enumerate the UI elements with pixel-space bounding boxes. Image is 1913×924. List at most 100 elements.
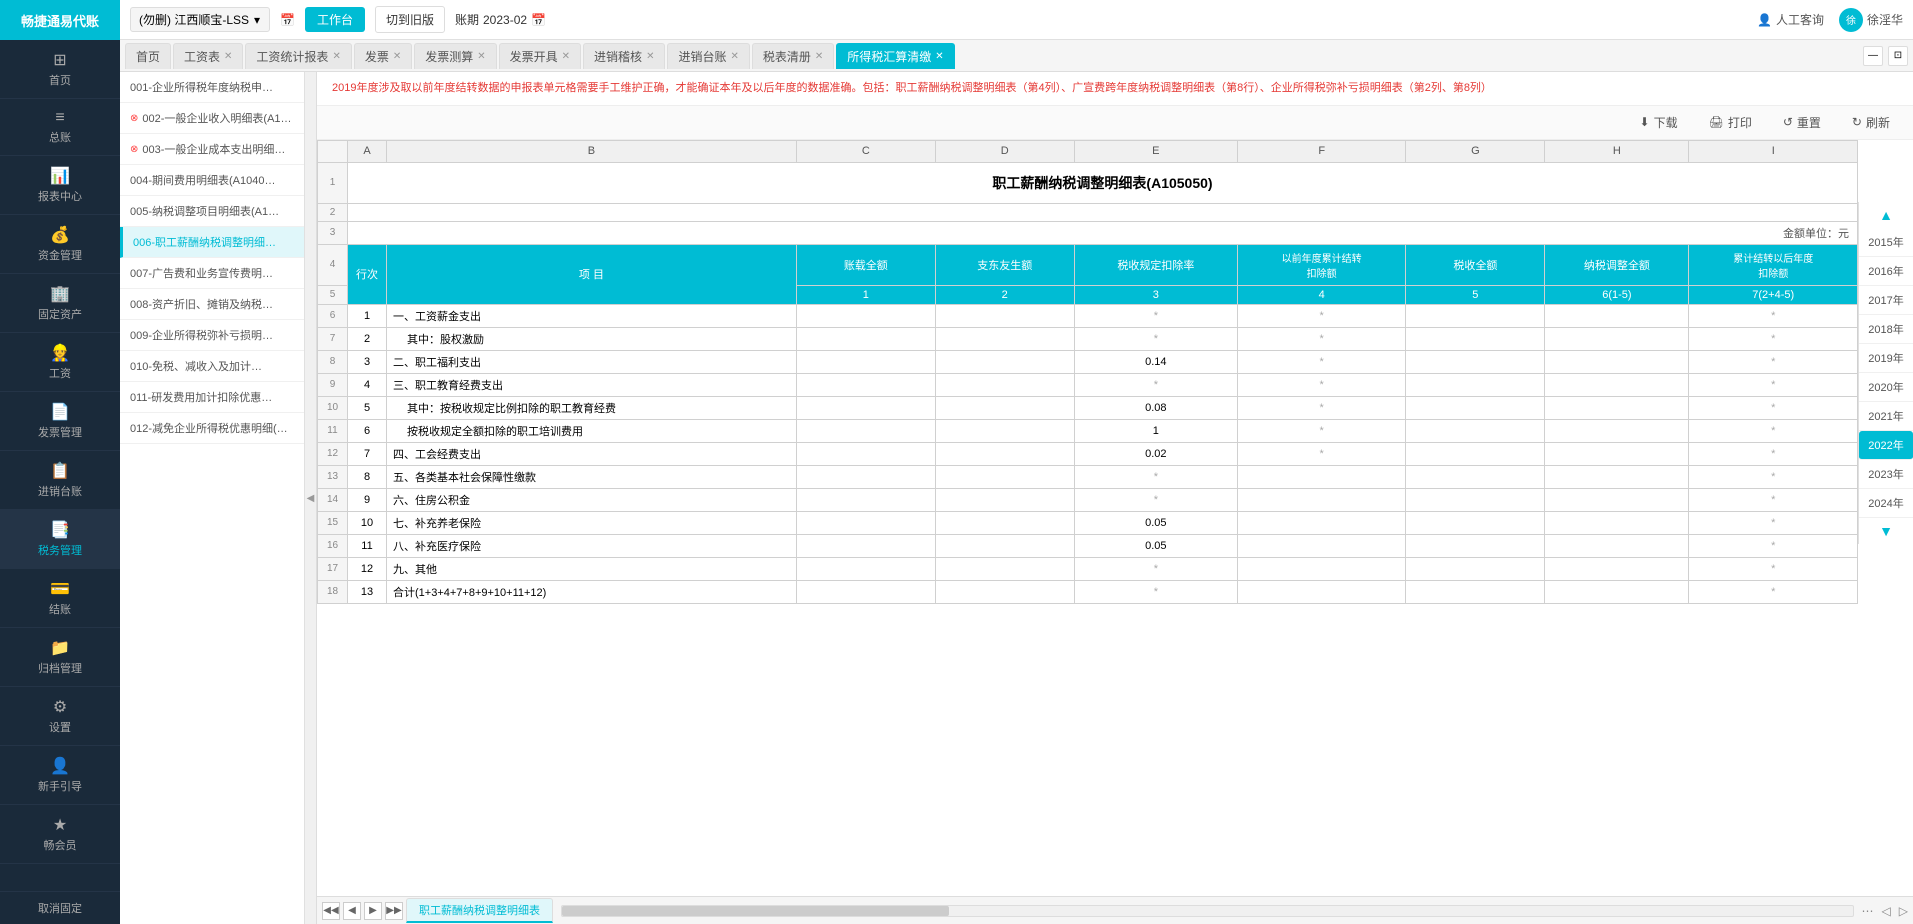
cell-9-i[interactable]: * [1689, 373, 1858, 396]
sidebar-item-assets[interactable]: 🏢 固定资产 [0, 274, 120, 333]
cell-17-f[interactable] [1237, 557, 1405, 580]
sidebar-item-sales[interactable]: 📋 进销台账 [0, 451, 120, 510]
cell-13-c[interactable] [796, 465, 935, 488]
sidebar-item-guide[interactable]: 👤 新手引导 [0, 746, 120, 805]
cell-15-d[interactable] [935, 511, 1074, 534]
cell-12-g[interactable] [1406, 442, 1545, 465]
cell-7-i[interactable]: * [1689, 327, 1858, 350]
tab-payroll-report-close[interactable]: ✕ [332, 51, 340, 62]
cell-11-d[interactable] [935, 419, 1074, 442]
cell-17-c[interactable] [796, 557, 935, 580]
cell-14-e[interactable]: * [1074, 488, 1237, 511]
cell-6-e[interactable]: * [1074, 304, 1237, 327]
nav-right-icon[interactable]: ▷ [1899, 904, 1908, 918]
sidebar-item-home[interactable]: ⊞ 首页 [0, 40, 120, 99]
download-button[interactable]: ⬇ 下载 [1632, 111, 1686, 134]
tab-minimize-button[interactable]: — [1863, 46, 1883, 66]
bottom-scrollbar[interactable] [561, 905, 1854, 917]
form-001[interactable]: 001-企业所得税年度纳税申… [120, 72, 304, 103]
tab-home[interactable]: 首页 [125, 43, 171, 69]
cell-10-i[interactable]: * [1689, 396, 1858, 419]
cell-10-e[interactable]: 0.08 [1074, 396, 1237, 419]
year-2023[interactable]: 2023年 [1859, 460, 1913, 489]
scroll-right-btn[interactable]: ▶▶ [385, 902, 403, 920]
cell-16-i[interactable]: * [1689, 534, 1858, 557]
tab-sales-ledger[interactable]: 进销台账 ✕ [667, 43, 749, 69]
cell-14-g[interactable] [1406, 488, 1545, 511]
cell-15-i[interactable]: * [1689, 511, 1858, 534]
cell-8-c[interactable] [796, 350, 935, 373]
cell-12-seq[interactable]: 7 [348, 442, 387, 465]
tab-invoice-issue[interactable]: 发票开具 ✕ [499, 43, 581, 69]
form-006[interactable]: 006-职工薪酬纳税调整明细… [120, 227, 304, 258]
cell-16-seq[interactable]: 11 [348, 534, 387, 557]
tab-invoice-calc-close[interactable]: ✕ [477, 51, 485, 62]
cell-10-c[interactable] [796, 396, 935, 419]
cell-16-c[interactable] [796, 534, 935, 557]
cell-13-e[interactable]: * [1074, 465, 1237, 488]
cell-12-c[interactable] [796, 442, 935, 465]
form-004[interactable]: 004-期间费用明细表(A1040… [120, 165, 304, 196]
form-012[interactable]: 012-减免企业所得税优惠明细(… [120, 413, 304, 444]
cell-17-e[interactable]: * [1074, 557, 1237, 580]
cell-15-c[interactable] [796, 511, 935, 534]
cell-11-e[interactable]: 1 [1074, 419, 1237, 442]
sidebar-item-closing[interactable]: 💳 结账 [0, 569, 120, 628]
year-2017[interactable]: 2017年 [1859, 286, 1913, 315]
cell-10-label[interactable]: 其中：按税收规定比例扣除的职工教育经费 [387, 396, 797, 419]
tab-invoice[interactable]: 发票 ✕ [354, 43, 412, 69]
cell-13-d[interactable] [935, 465, 1074, 488]
cell-7-label[interactable]: 其中：股权激励 [387, 327, 797, 350]
year-2018[interactable]: 2018年 [1859, 315, 1913, 344]
reset-button[interactable]: ↺ 重置 [1775, 111, 1829, 134]
more-icon[interactable]: ⋯ [1862, 904, 1874, 918]
cell-8-g[interactable] [1406, 350, 1545, 373]
cell-11-g[interactable] [1406, 419, 1545, 442]
sidebar-item-settings[interactable]: ⚙ 设置 [0, 687, 120, 746]
year-2022[interactable]: 2022年 [1859, 431, 1913, 460]
cell-15-h[interactable] [1545, 511, 1689, 534]
form-002[interactable]: ⊗ 002-一般企业收入明细表(A1… [120, 103, 304, 134]
cell-9-g[interactable] [1406, 373, 1545, 396]
cell-16-h[interactable] [1545, 534, 1689, 557]
print-button[interactable]: 🖨 打印 [1701, 111, 1760, 134]
cell-17-h[interactable] [1545, 557, 1689, 580]
year-scroll-up[interactable]: ▲ [1859, 202, 1913, 228]
scroll-next-btn[interactable]: ▶ [364, 902, 382, 920]
support-button[interactable]: 👤 人工客询 [1757, 11, 1824, 28]
sidebar-item-ledger[interactable]: ≡ 总账 [0, 99, 120, 156]
cell-14-i[interactable]: * [1689, 488, 1858, 511]
cell-13-label[interactable]: 五、各类基本社会保障性缴款 [387, 465, 797, 488]
cell-12-f[interactable]: * [1237, 442, 1405, 465]
cell-13-h[interactable] [1545, 465, 1689, 488]
tab-payroll-close[interactable]: ✕ [224, 51, 232, 62]
cell-9-seq[interactable]: 4 [348, 373, 387, 396]
cell-12-d[interactable] [935, 442, 1074, 465]
collapse-handle[interactable]: ◀ [305, 72, 317, 924]
cell-9-f[interactable]: * [1237, 373, 1405, 396]
cell-17-label[interactable]: 九、其他 [387, 557, 797, 580]
cell-6-f[interactable]: * [1237, 304, 1405, 327]
cell-15-seq[interactable]: 10 [348, 511, 387, 534]
cell-6-label[interactable]: 一、工资薪金支出 [387, 304, 797, 327]
cell-12-h[interactable] [1545, 442, 1689, 465]
spreadsheet-wrapper[interactable]: A B C D E F G H I [317, 140, 1858, 897]
cell-11-c[interactable] [796, 419, 935, 442]
cell-18-label[interactable]: 合计(1+3+4+7+8+9+10+11+12) [387, 580, 797, 603]
cell-9-e[interactable]: * [1074, 373, 1237, 396]
cell-16-d[interactable] [935, 534, 1074, 557]
workspace-button[interactable]: 工作台 [305, 7, 365, 32]
year-2021[interactable]: 2021年 [1859, 402, 1913, 431]
cell-7-c[interactable] [796, 327, 935, 350]
tab-tax-book-close[interactable]: ✕ [815, 51, 823, 62]
cell-8-h[interactable] [1545, 350, 1689, 373]
tab-sales-audit[interactable]: 进销稽核 ✕ [583, 43, 665, 69]
tab-maximize-button[interactable]: ⊡ [1888, 46, 1908, 66]
year-2015[interactable]: 2015年 [1859, 228, 1913, 257]
company-selector[interactable]: (勿删) 江西顺宝-LSS ▾ [130, 7, 270, 32]
tab-invoice-calc[interactable]: 发票测算 ✕ [414, 43, 496, 69]
cell-12-i[interactable]: * [1689, 442, 1858, 465]
cell-10-h[interactable] [1545, 396, 1689, 419]
sidebar-item-tax[interactable]: 📑 税务管理 [0, 510, 120, 569]
form-011[interactable]: 011-研发费用加计扣除优惠… [120, 382, 304, 413]
